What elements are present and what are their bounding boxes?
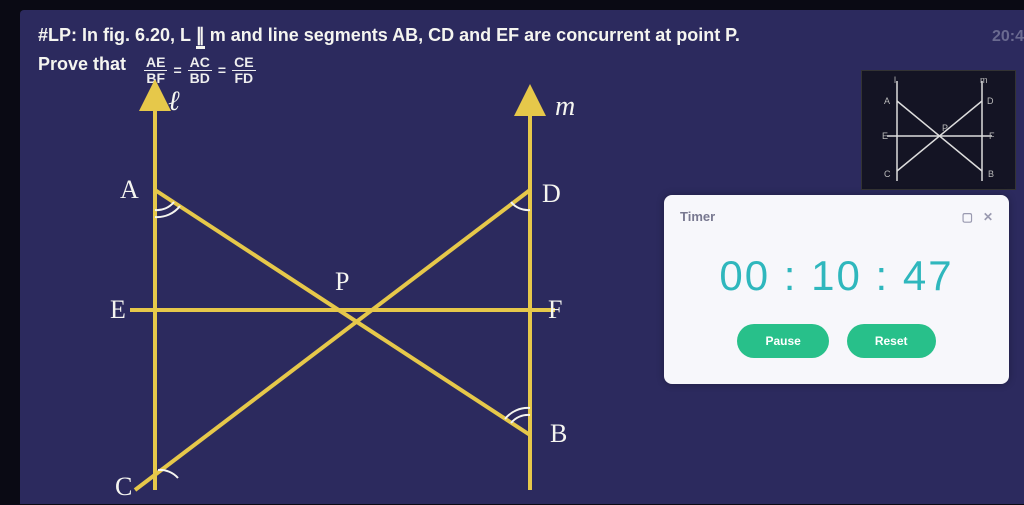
- mini-label-m: m: [980, 75, 988, 85]
- video-timestamp: 20:4: [992, 28, 1024, 46]
- angle-mark-a1: [155, 202, 174, 210]
- timer-widget: Timer ▢ ✕ 00 : 10 : 47 Pause Reset: [664, 195, 1009, 384]
- timer-buttons: Pause Reset: [680, 324, 993, 358]
- minimap-svg: l m A D E F P C B: [862, 71, 1017, 191]
- label-E: E: [110, 295, 126, 324]
- equals-2: =: [218, 60, 226, 81]
- mini-label-E: E: [882, 131, 888, 141]
- label-l: ℓ: [168, 86, 180, 117]
- timer-display: 00 : 10 : 47: [680, 252, 993, 300]
- mini-label-C: C: [884, 169, 891, 179]
- lp-tag: #LP:: [38, 25, 77, 45]
- segment-cd: [135, 190, 530, 490]
- reset-button[interactable]: Reset: [847, 324, 936, 358]
- label-F: F: [548, 295, 562, 324]
- num-ac: AC: [188, 55, 212, 71]
- label-B: B: [550, 419, 567, 448]
- label-P: P: [335, 267, 349, 296]
- figure-minimap: l m A D E F P C B: [861, 70, 1016, 190]
- prompt-text-1: In fig. 6.20, L: [82, 25, 191, 45]
- segment-ab: [155, 190, 530, 435]
- equals-1: =: [173, 60, 181, 81]
- timer-title: Timer: [680, 209, 715, 224]
- prove-label: Prove that: [38, 51, 126, 78]
- mini-label-A: A: [884, 96, 890, 106]
- mini-label-P: P: [942, 123, 948, 133]
- num-ce: CE: [232, 55, 255, 71]
- label-C: C: [115, 472, 132, 500]
- close-icon[interactable]: ✕: [983, 210, 993, 224]
- pause-button[interactable]: Pause: [737, 324, 828, 358]
- prompt-text-2: m and line segments AB, CD and EF are co…: [210, 25, 740, 45]
- angle-mark-b1: [511, 415, 530, 423]
- label-A: A: [120, 175, 139, 204]
- label-m: m: [555, 91, 575, 122]
- geometry-figure: ℓ m A D E F P B C: [60, 80, 620, 500]
- mini-label-D: D: [987, 96, 994, 106]
- timer-header: Timer ▢ ✕: [680, 209, 993, 224]
- mini-label-F: F: [989, 131, 995, 141]
- minimize-icon[interactable]: ▢: [962, 210, 973, 224]
- mini-label-B: B: [988, 169, 994, 179]
- mini-label-l: l: [894, 75, 896, 85]
- label-D: D: [542, 179, 561, 208]
- whiteboard-screen: 20:4 #LP: In fig. 6.20, L ∥ m and line s…: [20, 10, 1024, 504]
- num-ae: AE: [144, 55, 167, 71]
- figure-svg: ℓ m A D E F P B C: [60, 80, 620, 500]
- parallel-symbol: ∥: [196, 25, 205, 49]
